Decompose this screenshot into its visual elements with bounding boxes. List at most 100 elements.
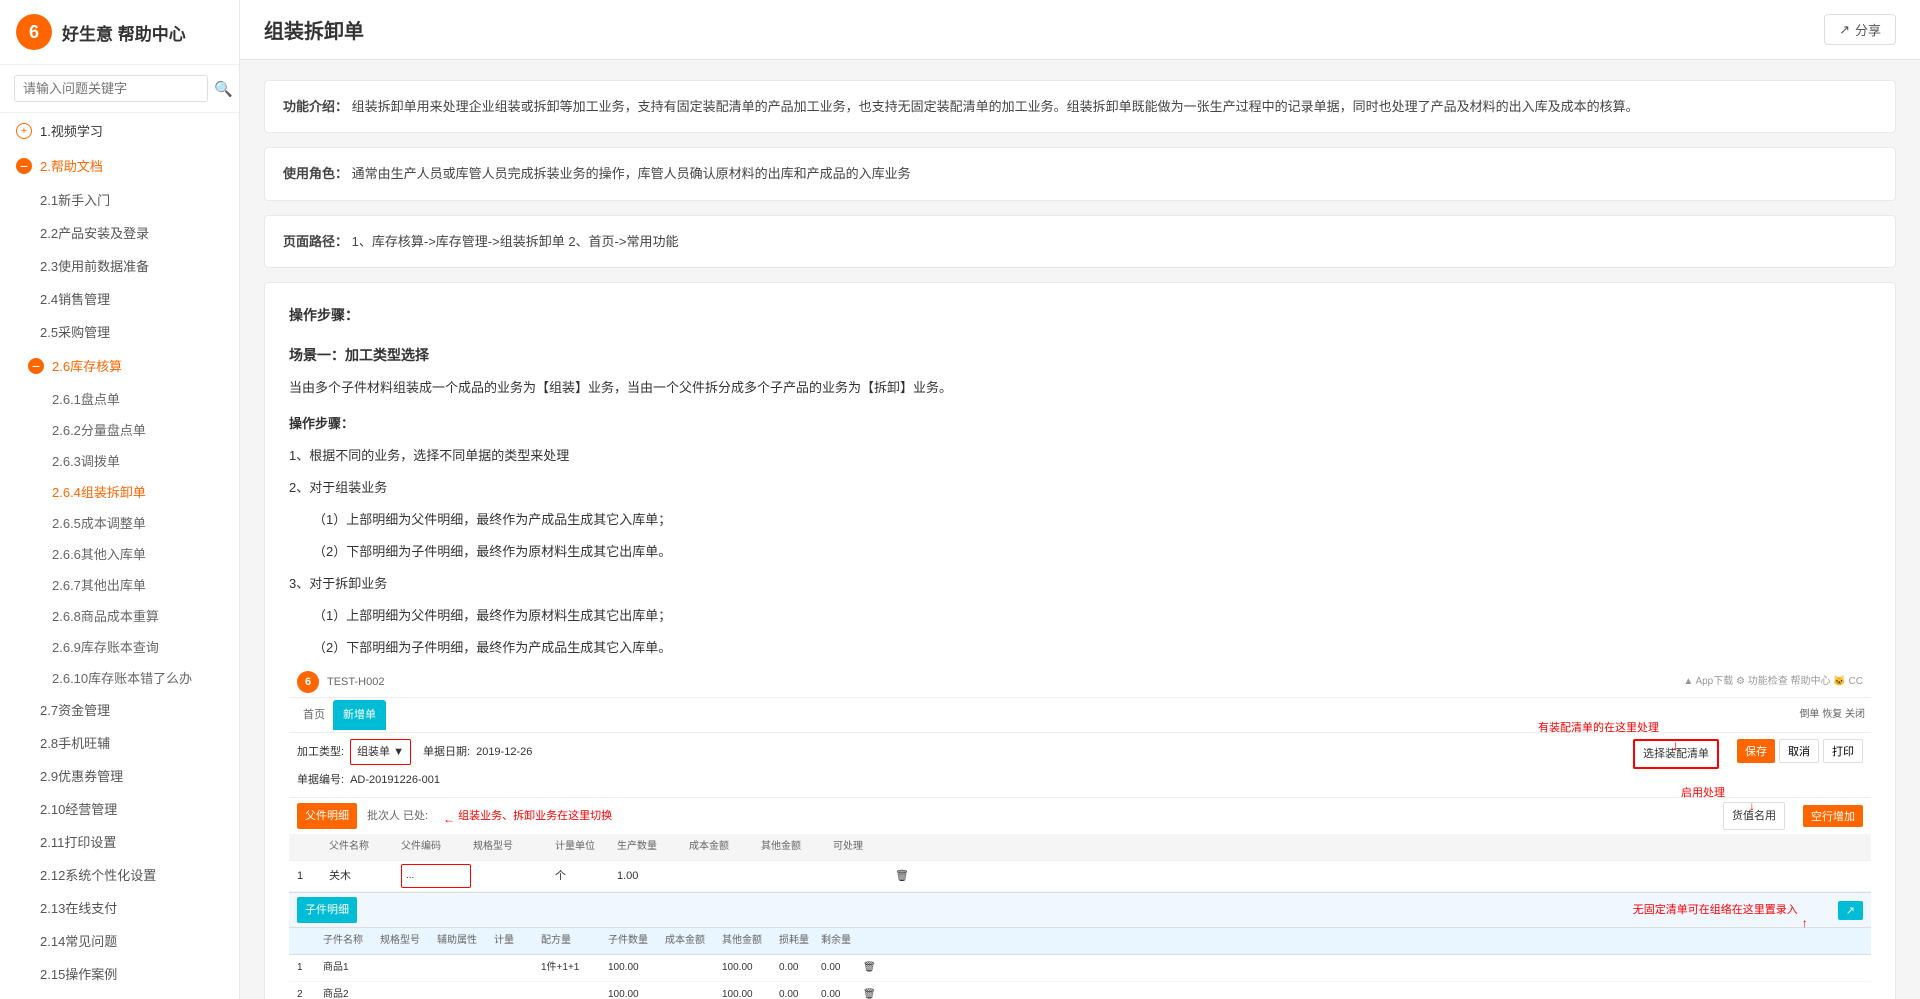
main-area: 组装拆卸单 ↗ 分享 功能介绍： 组装拆卸单用来处理企业组装或拆卸等加工业务，支… <box>240 0 1920 999</box>
annotation1-text: 有装配清单的在这里处理 <box>1538 717 1659 739</box>
annotation4-text: 无固定清单可在组络在这里置录入 <box>1633 904 1798 916</box>
intro-text: 组装拆卸单用来处理企业组装或拆卸等加工业务，支持有固定装配清单的产品加工业务，也… <box>352 99 1639 114</box>
mock-type-select: 组装单 ▼ <box>350 739 411 765</box>
mock-action-btns: 保存 取消 打印 <box>1737 739 1863 763</box>
mock-header-right: ▲ App下载 ⚙ 功能检查 帮助中心 🐱 CC <box>1683 672 1863 692</box>
annotation3-container: 货值名用 启用处理 ↓ <box>1723 802 1785 830</box>
ops-title: 操作步骤： <box>289 301 1871 329</box>
mock-logo: 6 <box>297 671 319 693</box>
ops-steps-title: 操作步骤： <box>289 411 1871 437</box>
mock-form-header: 加工类型: 组装单 ▼ 单据日期: 2019-12-26 单据编号: AD-20… <box>289 733 1871 798</box>
mock-cancel-btn[interactable]: 取消 <box>1779 739 1819 763</box>
sidebar-item-faq[interactable]: 2.14常见问题 <box>0 924 239 957</box>
content-section: 操作步骤： 场景一：加工类型选择 当由多个子件材料组装成一个成品的业务为【组装】… <box>264 282 1896 999</box>
annotation2-text: 组装业务、拆卸业务在这里切换 <box>458 810 612 822</box>
sidebar-item-inventory[interactable]: − 2.6库存核算 <box>0 348 239 383</box>
sidebar-item-coupon[interactable]: 2.9优惠券管理 <box>0 759 239 792</box>
annotation1-arrow: ↓ <box>1672 731 1679 759</box>
mock-lower-row1: 1 商品1 1件+1+1 100.00 100.00 0.00 0.00 🗑 <box>289 955 1871 982</box>
mock-lower-row2: 2 商品2 100.00 100.00 0.00 0.00 🗑 <box>289 982 1871 999</box>
logo-text: 好生意 帮助中心 <box>62 20 186 45</box>
sidebar-item-newbie[interactable]: 2.1新手入门 <box>0 183 239 216</box>
sidebar-label-inventory: 2.6库存核算 <box>52 356 122 375</box>
mock-print-btn[interactable]: 打印 <box>1823 739 1863 763</box>
search-input[interactable] <box>14 75 208 102</box>
annotation2-arrow: ← <box>443 807 455 831</box>
sidebar-item-partial[interactable]: 2.6.2分量盘点单 <box>0 414 239 445</box>
mock-nav-home: 首页 <box>295 700 333 730</box>
sidebar-item-stocktake[interactable]: 2.6.1盘点单 <box>0 383 239 414</box>
mock-num-row: 批次人 已处: <box>367 805 428 827</box>
step3-1: （1）上部明细为父件明细，最终作为原材料生成其它出库单； <box>289 603 1871 629</box>
sidebar-item-purchase[interactable]: 2.5采购管理 <box>0 315 239 348</box>
search-box: 🔍 <box>0 65 239 113</box>
nav-section: + 1.视频学习 − 2.帮助文档 2.1新手入门 2.2产品安装及登录 2.3… <box>0 113 239 990</box>
mock-lower-label-row: 子件明细 无固定清单可在组络在这里置录入 ↑ ↗ <box>289 892 1871 928</box>
main-header: 组装拆卸单 ↗ 分享 <box>240 0 1920 60</box>
path-label: 页面路径： <box>283 234 348 249</box>
sidebar-item-error[interactable]: 2.6.10库存账本错了么办 <box>0 662 239 693</box>
step2-1: （1）上部明细为父件明细，最终作为产成品生成其它入库单； <box>289 507 1871 533</box>
sidebar-item-ops[interactable]: 2.10经营管理 <box>0 792 239 825</box>
mock-upper-table-row1: 1 关木 ... 个 1.00 🗑 <box>289 861 1871 892</box>
step2: 2、对于组装业务 <box>289 475 1871 501</box>
mock-screenshot: 6 TEST-H002 ▲ App下载 ⚙ 功能检查 帮助中心 🐱 CC 首页 … <box>289 667 1871 999</box>
inventory-subitems: 2.6.1盘点单 2.6.2分量盘点单 2.6.3调拨单 2.6.4组装拆卸单 … <box>0 383 239 693</box>
sidebar-item-costcalc[interactable]: 2.6.8商品成本重算 <box>0 600 239 631</box>
mock-lower-label: 子件明细 <box>297 897 357 923</box>
mock-upper-table-header: 父件名称 父件编码 规格型号 计量单位 生产数量 成本金额 其他金额 可处理 <box>289 834 1871 861</box>
mock-upper-label-row: 父件明细 批次人 已处: 组装业务、拆卸业务在这里切换 ← 货值名用 <box>289 798 1871 834</box>
share-label: 分享 <box>1855 20 1881 39</box>
screenshot-wrapper: 6 TEST-H002 ▲ App下载 ⚙ 功能检查 帮助中心 🐱 CC 首页 … <box>289 667 1871 999</box>
search-button[interactable]: 🔍 <box>214 80 233 98</box>
annotation4-container: 无固定清单可在组络在这里置录入 ↑ <box>1633 899 1798 921</box>
sidebar-item-docs[interactable]: − 2.帮助文档 <box>0 148 239 183</box>
sidebar-item-sales[interactable]: 2.4销售管理 <box>0 282 239 315</box>
mock-add-sub-row-btn[interactable]: ↗ <box>1838 901 1863 920</box>
annotation2-container: 组装业务、拆卸业务在这里切换 ← <box>458 805 612 827</box>
sidebar-item-query[interactable]: 2.6.9库存账本查询 <box>0 631 239 662</box>
sidebar-item-print[interactable]: 2.11打印设置 <box>0 825 239 858</box>
mock-tab-right: 倒单 恢复 关闭 <box>1799 705 1865 725</box>
sidebar-item-out[interactable]: 2.6.7其他出库单 <box>0 569 239 600</box>
mock-no-label: 单据编号: <box>297 769 344 791</box>
annotation3-text: 启用处理 <box>1681 782 1725 804</box>
sidebar-item-settings[interactable]: 2.12系统个性化设置 <box>0 858 239 891</box>
mock-app-header: 6 TEST-H002 ▲ App下载 ⚙ 功能检查 帮助中心 🐱 CC <box>289 667 1871 698</box>
intro-label: 功能介绍： <box>283 99 348 114</box>
main-content: 功能介绍： 组装拆卸单用来处理企业组装或拆卸等加工业务，支持有固定装配清单的产品… <box>240 60 1920 999</box>
mock-upper-table: 父件名称 父件编码 规格型号 计量单位 生产数量 成本金额 其他金额 可处理 1 <box>289 834 1871 892</box>
sidebar: 6 好生意 帮助中心 🔍 + 1.视频学习 − 2.帮助文档 2.1新手入门 2… <box>0 0 240 999</box>
share-icon: ↗ <box>1839 22 1850 38</box>
sidebar-item-adjust[interactable]: 2.6.3调拨单 <box>0 445 239 476</box>
mock-num-label: 批次人 已处: <box>367 805 428 827</box>
role-label: 使用角色： <box>283 166 348 181</box>
annotation4-arrow: ↑ <box>1802 911 1808 935</box>
step2-2: （2）下部明细为子件明细，最终作为原材料生成其它出库单。 <box>289 539 1871 565</box>
sidebar-item-assembly[interactable]: 2.6.4组装拆卸单 <box>0 476 239 507</box>
expand-icon-inventory: − <box>28 358 44 374</box>
sidebar-item-cost[interactable]: 2.6.5成本调整单 <box>0 507 239 538</box>
sidebar-item-data[interactable]: 2.3使用前数据准备 <box>0 249 239 282</box>
scenario1-title: 场景一：加工类型选择 <box>289 341 1871 369</box>
step3-2: （2）下部明细为子件明细，最终作为产成品生成其它入库单。 <box>289 635 1871 661</box>
sidebar-item-finance[interactable]: 2.7资金管理 <box>0 693 239 726</box>
mock-add-row-btn[interactable]: 空行增加 <box>1803 805 1863 827</box>
sidebar-item-payment[interactable]: 2.13在线支付 <box>0 891 239 924</box>
mock-company: TEST-H002 <box>327 671 384 693</box>
step3: 3、对于拆卸业务 <box>289 571 1871 597</box>
sidebar-item-videos[interactable]: + 1.视频学习 <box>0 113 239 148</box>
mock-save-btn[interactable]: 保存 <box>1737 739 1775 763</box>
scenario1-desc: 当由多个子件材料组装成一个成品的业务为【组装】业务，当由一个父件拆分成多个子产品… <box>289 375 1871 401</box>
share-button[interactable]: ↗ 分享 <box>1824 14 1896 45</box>
path-text: 1、库存核算->库存管理->组装拆卸单 2、首页->常用功能 <box>352 234 679 249</box>
sidebar-item-cases[interactable]: 2.15操作案例 <box>0 957 239 990</box>
path-block: 页面路径： 1、库存核算->库存管理->组装拆卸单 2、首页->常用功能 <box>264 215 1896 268</box>
sidebar-item-in[interactable]: 2.6.6其他入库单 <box>0 538 239 569</box>
mock-no-value: AD-20191226-001 <box>350 769 440 791</box>
logo-icon: 6 <box>16 14 52 50</box>
mock-annotation-area: 选择装配清单 有装配清单的在这里处理 ↓ <box>1633 739 1719 769</box>
sidebar-item-install[interactable]: 2.2产品安装及登录 <box>0 216 239 249</box>
docs-subitems: 2.1新手入门 2.2产品安装及登录 2.3使用前数据准备 2.4销售管理 2.… <box>0 183 239 990</box>
sidebar-item-mobile[interactable]: 2.8手机旺辅 <box>0 726 239 759</box>
